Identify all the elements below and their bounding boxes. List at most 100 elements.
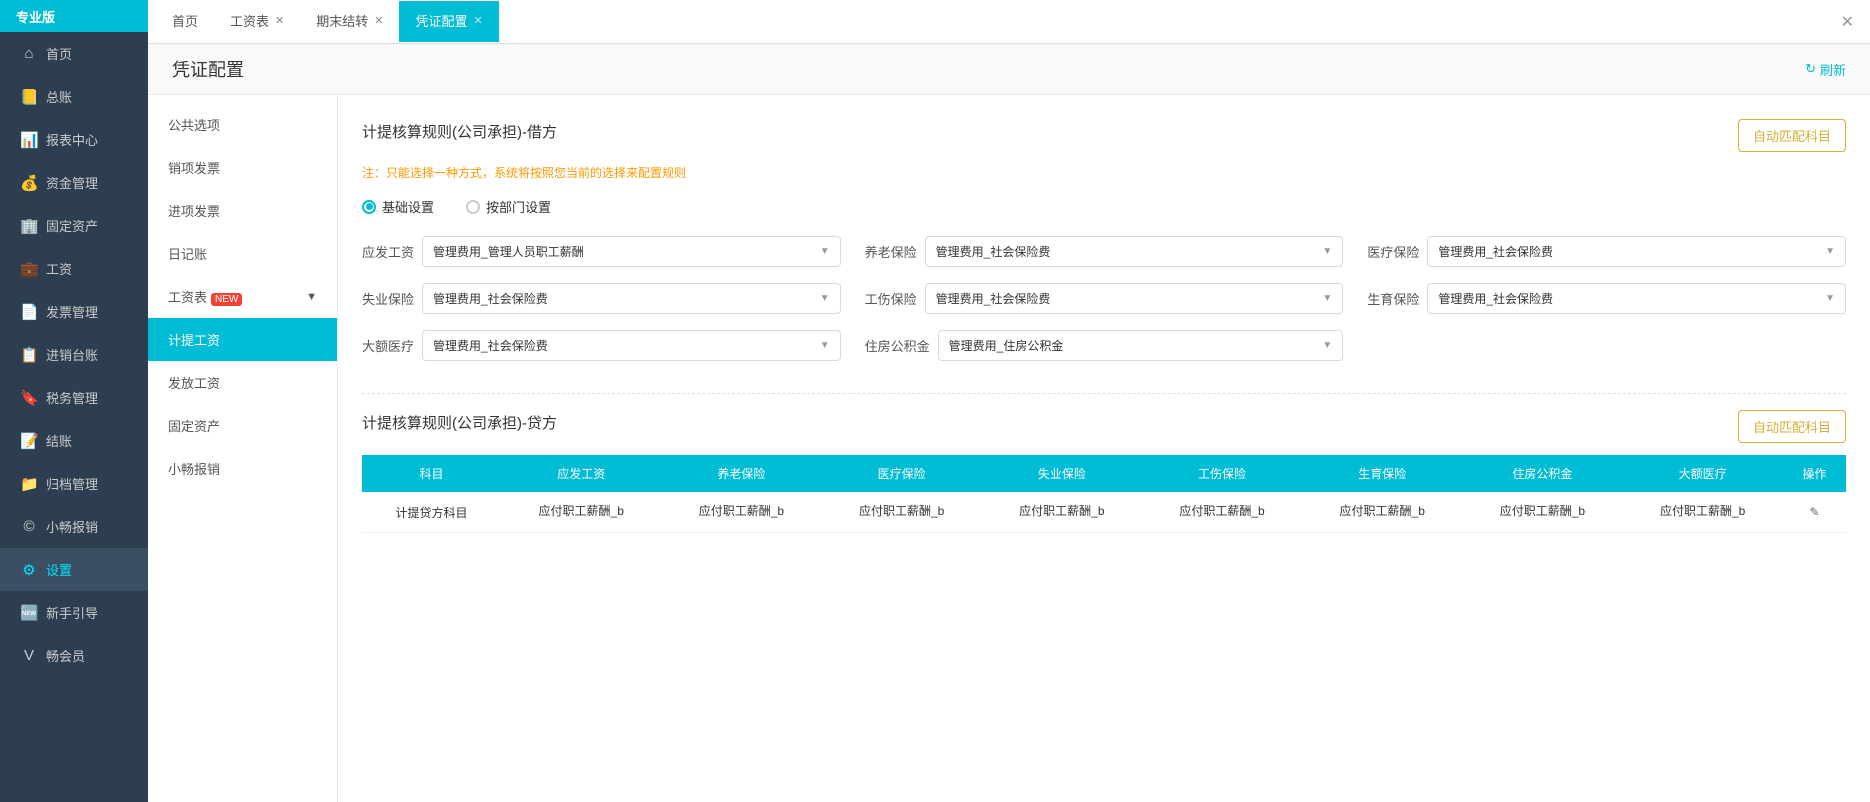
credit-row-0-col-2: 应付职工薪酬_b [822,492,982,533]
sidebar-label-settings: 设置 [46,560,72,579]
debit-form-select-text-0-2: 管理费用_社会保险费 [1438,243,1821,260]
sidebar-item-reports[interactable]: 📊 报表中心 [0,118,148,161]
credit-table-th-2: 养老保险 [661,455,821,492]
left-menu-item-fixed-assets[interactable]: 固定资产 [148,404,337,447]
credit-table-th-8: 大额医疗 [1623,455,1783,492]
debit-form-select-0-1[interactable]: 管理费用_社会保险费 ▼ [925,236,1344,267]
page-title: 凭证配置 [172,56,244,82]
credit-table-th-9: 操作 [1783,455,1846,492]
left-menu-item-salary-table[interactable]: 工资表NEW▼ [148,275,337,318]
sidebar-icon-xiao-chang-report: © [20,518,38,535]
credit-section-title: 计提核算规则(公司承担)-贷方 [362,412,557,433]
debit-form-label-0-2: 医疗保险 [1367,242,1419,261]
debit-form-select-1-1[interactable]: 管理费用_社会保险费 ▼ [925,283,1344,314]
credit-auto-match-button[interactable]: 自动匹配科目 [1738,410,1846,443]
refresh-button[interactable]: ↻ 刷新 [1805,60,1846,79]
left-menu-item-journal[interactable]: 日记账 [148,232,337,275]
left-menu-item-accrual-salary[interactable]: 计提工资 [148,318,337,361]
sidebar-item-general-ledger[interactable]: 📒 总账 [0,75,148,118]
sidebar-item-tax-mgmt[interactable]: 🔖 税务管理 [0,376,148,419]
sidebar-icon-tax-mgmt: 🔖 [20,389,38,407]
main-area: 首页工资表✕期末结转✕凭证配置✕ ✕ 凭证配置 ↻ 刷新 公共选项销项发票进项发… [148,0,1870,802]
edit-icon-0[interactable]: ✎ [1809,505,1819,519]
debit-form-select-1-2[interactable]: 管理费用_社会保险费 ▼ [1427,283,1846,314]
radio-basic-setup[interactable]: 基础设置 [362,197,434,216]
sidebar-icon-vip: V [20,647,38,664]
debit-section-title: 计提核算规则(公司承担)-借方 [362,121,557,142]
debit-form-select-1-0[interactable]: 管理费用_社会保险费 ▼ [422,283,841,314]
left-menu-label-purchase-invoice: 进项发票 [168,201,220,220]
sidebar-item-purchase-sales[interactable]: 📋 进销台账 [0,333,148,376]
sidebar-item-salary[interactable]: 💼 工资 [0,247,148,290]
sidebar-item-closing[interactable]: 📝 结账 [0,419,148,462]
sidebar-item-new-guide[interactable]: 🆕 新手引导 [0,591,148,634]
sidebar-item-fixed-assets[interactable]: 🏢 固定资产 [0,204,148,247]
credit-row-0-col-6: 应付职工薪酬_b [1462,492,1622,533]
debit-form-select-text-0-0: 管理费用_管理人员职工薪酬 [433,243,816,260]
sidebar-item-home[interactable]: ⌂ 首页 [0,32,148,75]
tab-home[interactable]: 首页 [156,1,214,42]
top-tabs: 首页工资表✕期末结转✕凭证配置✕ ✕ [148,0,1870,44]
debit-form-label-1-2: 生育保险 [1367,289,1419,308]
debit-form-label-1-0: 失业保险 [362,289,414,308]
debit-form-item-1-1: 工伤保险 管理费用_社会保险费 ▼ [865,283,1344,314]
credit-cell-text-0-5: 应付职工薪酬_b [1340,502,1425,519]
content-area: 公共选项销项发票进项发票日记账工资表NEW▼ 计提工资发放工资固定资产小畅报销 计… [148,95,1870,802]
debit-form-select-text-1-1: 管理费用_社会保险费 [936,290,1319,307]
sidebar-label-fixed-assets: 固定资产 [46,216,98,235]
tab-close-voucher-config[interactable]: ✕ [474,14,483,27]
sidebar-label-home: 首页 [46,44,72,63]
left-menu-item-purchase-invoice[interactable]: 进项发票 [148,189,337,232]
sidebar-item-settings[interactable]: ⚙ 设置 [0,548,148,591]
sidebar-label-xiao-chang-report: 小畅报销 [46,517,98,536]
debit-form-select-arrow-1-0: ▼ [820,293,830,304]
left-menu-item-public-options[interactable]: 公共选项 [148,103,337,146]
sidebar-label-tax-mgmt: 税务管理 [46,388,98,407]
sidebar-label-new-guide: 新手引导 [46,603,98,622]
credit-row-action-0[interactable]: ✎ [1783,492,1846,533]
radio-dept-setup[interactable]: 按部门设置 [466,197,551,216]
left-menu-item-xiaochang-report[interactable]: 小畅报销 [148,447,337,490]
debit-form-label-1-1: 工伤保险 [865,289,917,308]
tab-period-closing[interactable]: 期末结转✕ [300,1,399,42]
sidebar-icon-closing: 📝 [20,432,38,450]
sidebar-icon-invoice-mgmt: 📄 [20,303,38,321]
credit-table: 科目应发工资养老保险医疗保险失业保险工伤保险生育保险住房公积金大额医疗操作 计提… [362,455,1846,533]
debit-form-select-text-2-1: 管理费用_住房公积金 [949,337,1319,354]
refresh-label: 刷新 [1820,60,1846,79]
debit-auto-match-button[interactable]: 自动匹配科目 [1738,119,1846,152]
credit-row-0-col-4: 应付职工薪酬_b [1142,492,1302,533]
left-menu-item-pay-salary[interactable]: 发放工资 [148,361,337,404]
sidebar-item-xiao-chang-report[interactable]: © 小畅报销 [0,505,148,548]
credit-table-row-0: 计提贷方科目应付职工薪酬_b应付职工薪酬_b应付职工薪酬_b应付职工薪酬_b应付… [362,492,1846,533]
close-icon[interactable]: ✕ [1833,12,1862,32]
credit-row-0-col-3: 应付职工薪酬_b [982,492,1142,533]
tab-close-salary-table[interactable]: ✕ [275,14,284,27]
sidebar-item-funds[interactable]: 💰 资金管理 [0,161,148,204]
debit-form-item-1-0: 失业保险 管理费用_社会保险费 ▼ [362,283,841,314]
radio-dept-setup-label: 按部门设置 [486,197,551,216]
debit-form-select-0-0[interactable]: 管理费用_管理人员职工薪酬 ▼ [422,236,841,267]
sidebar-item-invoice-mgmt[interactable]: 📄 发票管理 [0,290,148,333]
sidebar-item-archive[interactable]: 📁 归档管理 [0,462,148,505]
credit-table-th-0: 科目 [362,455,501,492]
debit-form-select-2-0[interactable]: 管理费用_社会保险费 ▼ [422,330,841,361]
tab-close-period-closing[interactable]: ✕ [374,14,383,27]
debit-form-select-0-2[interactable]: 管理费用_社会保险费 ▼ [1427,236,1846,267]
sidebar-label-invoice-mgmt: 发票管理 [46,302,98,321]
tab-voucher-config[interactable]: 凭证配置✕ [399,1,498,42]
credit-table-th-3: 医疗保险 [822,455,982,492]
credit-cell-text-0-1: 应付职工薪酬_b [699,502,784,519]
tab-salary-table[interactable]: 工资表✕ [214,1,300,42]
credit-table-header: 科目应发工资养老保险医疗保险失业保险工伤保险生育保险住房公积金大额医疗操作 [362,455,1846,492]
sidebar-item-vip[interactable]: V 畅会员 [0,634,148,677]
credit-section: 计提核算规则(公司承担)-贷方 自动匹配科目 科目应发工资养老保险医疗保险失业保… [362,410,1846,533]
left-menu-label-accrual-salary: 计提工资 [168,330,220,349]
left-menu-item-sales-invoice[interactable]: 销项发票 [148,146,337,189]
credit-row-0-col-7: 应付职工薪酬_b [1623,492,1783,533]
expand-icon-salary-table: ▼ [306,291,317,303]
debit-form-select-text-2-0: 管理费用_社会保险费 [433,337,816,354]
debit-form-select-2-1[interactable]: 管理费用_住房公积金 ▼ [938,330,1344,361]
sidebar-icon-home: ⌂ [20,45,38,62]
debit-form-item-0-0: 应发工资 管理费用_管理人员职工薪酬 ▼ [362,236,841,267]
